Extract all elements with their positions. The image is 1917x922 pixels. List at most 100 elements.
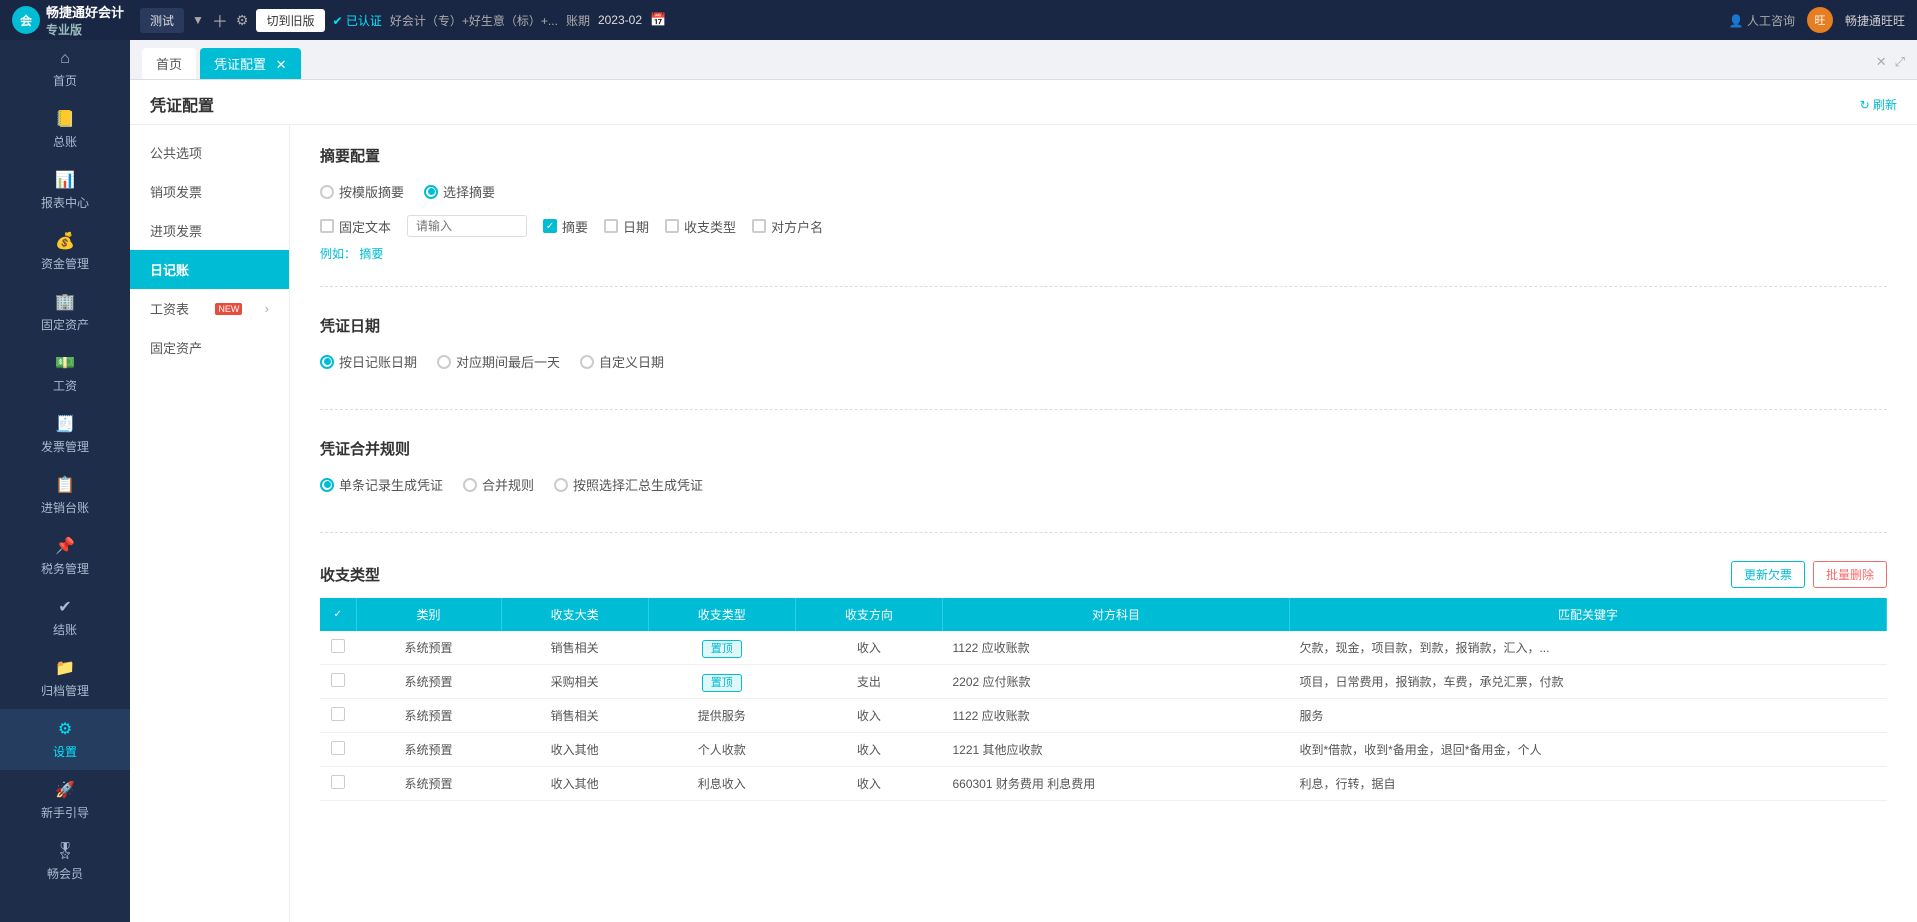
radio-dot-journal	[320, 355, 334, 369]
sidebar-item-tax[interactable]: 📌 税务管理	[0, 526, 130, 587]
avatar[interactable]: 旺	[1807, 7, 1833, 33]
row-type-2: 提供服务	[648, 699, 795, 733]
delete-button[interactable]: 批量删除	[1813, 561, 1887, 588]
checkbox-box-counterparty	[752, 219, 766, 233]
left-nav-purchase-invoice[interactable]: 进项发票	[130, 211, 289, 250]
table-actions: 更新欠票 批量删除	[1731, 561, 1887, 588]
app-name: 畅捷通好会计	[46, 2, 124, 21]
table-title: 收支类型	[320, 564, 380, 585]
sidebar-item-invoice[interactable]: 🧾 发票管理	[0, 404, 130, 465]
fixed-text-input[interactable]	[407, 215, 527, 237]
switch-version-button[interactable]: 切到旧版	[256, 9, 324, 32]
row-keywords-0: 欠款，现金，项目款，到款，报销款，汇入，...	[1289, 631, 1886, 665]
user-name: 畅捷通旺旺	[1845, 12, 1905, 29]
sidebar-label-settings: 设置	[53, 743, 77, 760]
radio-period-last-day[interactable]: 对应期间最后一天	[437, 352, 560, 371]
col-checkbox[interactable]: ✓	[320, 598, 356, 631]
sidebar-item-member[interactable]: 🎖 畅会员	[0, 831, 130, 892]
row-checkbox-2[interactable]	[320, 699, 356, 733]
calendar-icon[interactable]: 📅	[650, 12, 666, 28]
radio-summary-voucher[interactable]: 按照选择汇总生成凭证	[554, 475, 703, 494]
sidebar-item-settings[interactable]: ⚙ 设置	[0, 709, 130, 770]
radio-template-summary[interactable]: 按模版摘要	[320, 182, 404, 201]
window-maximize-icon[interactable]: ⤢	[1895, 54, 1905, 70]
member-icon: 🎖	[55, 841, 75, 861]
left-nav: 公共选项 销项发票 进项发票 日记账 工资表 NEW › 固定资产	[130, 125, 290, 922]
add-icon[interactable]: ＋	[212, 8, 228, 32]
radio-custom-date[interactable]: 自定义日期	[580, 352, 664, 371]
table-row: 系统预置 收入其他 个人收款 收入 1221 其他应收款 收到*借款，收到*备用…	[320, 733, 1887, 767]
sidebar-item-archive[interactable]: 📁 归档管理	[0, 648, 130, 709]
row-type-4: 利息收入	[648, 767, 795, 801]
left-nav-public[interactable]: 公共选项	[130, 133, 289, 172]
checkbox-income-type[interactable]: 收支类型	[665, 217, 736, 236]
sidebar-item-home[interactable]: ⌂ 首页	[0, 40, 130, 99]
checkbox-box-income	[665, 219, 679, 233]
checkbox-date[interactable]: 日期	[604, 217, 649, 236]
assets-icon: 🏢	[55, 292, 75, 312]
type-tag-0[interactable]: 置顶	[702, 640, 742, 658]
radio-select-summary[interactable]: 选择摘要	[424, 182, 495, 201]
sidebar-item-funds[interactable]: 💰 资金管理	[0, 221, 130, 282]
sidebar-item-salary[interactable]: 💵 工资	[0, 343, 130, 404]
left-nav-fixed-assets[interactable]: 固定资产	[130, 328, 289, 367]
window-minimize-icon[interactable]: ✕	[1876, 54, 1887, 70]
checkbox-fixed-text[interactable]: 固定文本	[320, 217, 391, 236]
radio-merge-rules[interactable]: 合并规则	[463, 475, 534, 494]
checkbox-counterparty[interactable]: 对方户名	[752, 217, 823, 236]
radio-single-record[interactable]: 单条记录生成凭证	[320, 475, 443, 494]
checkbox-summary[interactable]: ✓ 摘要	[543, 217, 588, 236]
left-nav-salary-table[interactable]: 工资表 NEW ›	[130, 289, 289, 328]
sidebar-item-guide[interactable]: 🚀 新手引导	[0, 770, 130, 831]
settings-icon[interactable]: ⚙	[236, 12, 249, 29]
sidebar-item-assets[interactable]: 🏢 固定资产	[0, 282, 130, 343]
row-checkbox-3[interactable]	[320, 733, 356, 767]
col-major: 收支大类	[501, 598, 648, 631]
content-area: 凭证配置 ↻ 刷新 公共选项 销项发票 进项发票 日记账	[130, 80, 1917, 922]
sidebar-item-sales[interactable]: 📋 进销台账	[0, 465, 130, 526]
sidebar-item-ledger[interactable]: 📒 总账	[0, 99, 130, 160]
sidebar-label-tax: 税务管理	[41, 560, 89, 577]
radio-by-journal-date[interactable]: 按日记账日期	[320, 352, 417, 371]
update-button[interactable]: 更新欠票	[1731, 561, 1805, 588]
invoice-icon: 🧾	[55, 414, 75, 434]
content-header: 凭证配置 ↻ 刷新	[130, 80, 1917, 125]
type-tag-1[interactable]: 置顶	[702, 674, 742, 692]
row-category-0: 系统预置	[356, 631, 501, 665]
sidebar-item-reports[interactable]: 📊 报表中心	[0, 160, 130, 221]
row-checkbox-0[interactable]	[320, 631, 356, 665]
col-subject: 对方科目	[942, 598, 1289, 631]
row-checkbox-1[interactable]	[320, 665, 356, 699]
app-sub: 专业版	[46, 21, 124, 38]
merge-section: 凭证合并规则 单条记录生成凭证 合并规则 按照选择汇总生成凭证	[320, 438, 1887, 533]
sidebar-label-funds: 资金管理	[41, 255, 89, 272]
row-direction-4: 收入	[795, 767, 942, 801]
tab-bar: 首页 凭证配置 ✕ ✕ ⤢	[130, 40, 1917, 80]
row-major-0: 销售相关	[501, 631, 648, 665]
sidebar-item-close[interactable]: ✔ 结账	[0, 587, 130, 648]
tab-close-icon[interactable]: ✕	[276, 57, 287, 72]
radio-dot-last-day	[437, 355, 451, 369]
support-btn[interactable]: 👤 人工咨询	[1729, 12, 1795, 29]
row-subject-2: 1122 应收账款	[942, 699, 1289, 733]
checkbox-box-summary: ✓	[543, 219, 557, 233]
sidebar-label-home: 首页	[53, 72, 77, 89]
summary-section: 摘要配置 按模版摘要 选择摘要	[320, 145, 1887, 287]
merge-radio-group: 单条记录生成凭证 合并规则 按照选择汇总生成凭证	[320, 475, 1887, 494]
logo: 会 畅捷通好会计 专业版	[12, 2, 132, 38]
left-nav-sales-invoice[interactable]: 销项发票	[130, 172, 289, 211]
guide-icon: 🚀	[55, 780, 75, 800]
tab-voucher-config[interactable]: 凭证配置 ✕	[200, 48, 301, 79]
merge-title: 凭证合并规则	[320, 438, 1887, 459]
col-direction: 收支方向	[795, 598, 942, 631]
left-nav-journal[interactable]: 日记账	[130, 250, 289, 289]
tab-home[interactable]: 首页	[142, 48, 196, 79]
test-tab[interactable]: 测试	[140, 8, 184, 33]
refresh-button[interactable]: ↻ 刷新	[1860, 96, 1897, 113]
row-keywords-2: 服务	[1289, 699, 1886, 733]
row-checkbox-4[interactable]	[320, 767, 356, 801]
sidebar-label-invoice: 发票管理	[41, 438, 89, 455]
row-category-2: 系统预置	[356, 699, 501, 733]
dropdown-arrow-icon[interactable]: ▼	[192, 13, 204, 27]
row-subject-4: 660301 财务费用 利息费用	[942, 767, 1289, 801]
